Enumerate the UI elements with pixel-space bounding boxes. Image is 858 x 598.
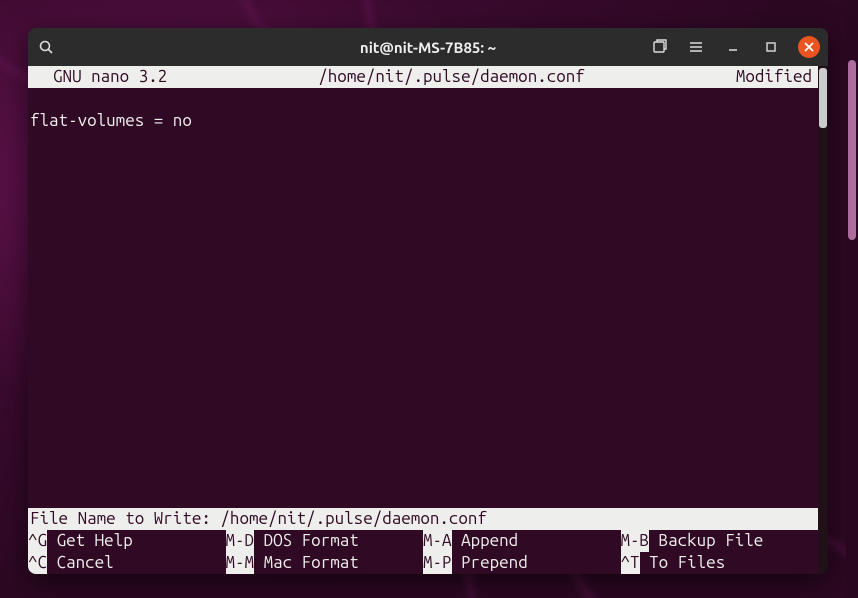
help-desc: DOS Format	[254, 530, 359, 552]
help-prepend: M-P Prepend	[423, 552, 621, 574]
search-icon[interactable]	[36, 37, 56, 57]
nano-status: Modified	[730, 66, 818, 88]
write-prompt-label: File Name to Write:	[28, 508, 220, 530]
help-append: M-A Append	[423, 530, 621, 552]
maximize-button[interactable]	[760, 36, 782, 58]
nano-app-name: GNU nano 3.2	[28, 66, 173, 88]
terminal-body[interactable]: GNU nano 3.2 /home/nit/.pulse/daemon.con…	[28, 66, 828, 574]
minimize-button[interactable]	[722, 36, 744, 58]
help-key: M-A	[423, 530, 452, 552]
help-key: M-P	[423, 552, 452, 574]
help-key: ^T	[621, 552, 640, 574]
help-desc: Get Help	[47, 530, 133, 552]
help-desc: Prepend	[452, 552, 528, 574]
help-desc: To Files	[640, 552, 726, 574]
help-desc: Cancel	[47, 552, 114, 574]
close-button[interactable]	[798, 36, 820, 58]
help-key: M-B	[621, 530, 650, 552]
help-backup-file: M-B Backup File	[621, 530, 819, 552]
terminal-window: nit@nit-MS-7B85: ~	[28, 28, 828, 574]
help-desc: Backup File	[649, 530, 763, 552]
write-prompt-input[interactable]	[220, 508, 818, 530]
help-to-files: ^T To Files	[621, 552, 819, 574]
help-key: ^C	[28, 552, 47, 574]
help-desc: Mac Format	[254, 552, 359, 574]
terminal-scrollbar-thumb[interactable]	[819, 68, 827, 128]
help-desc: Append	[452, 530, 519, 552]
nano-help: ^G Get Help M-D DOS Format M-A Append M-…	[28, 530, 818, 574]
nano-header: GNU nano 3.2 /home/nit/.pulse/daemon.con…	[28, 66, 818, 88]
editor-area[interactable]: flat-volumes = no	[28, 88, 818, 508]
help-key: M-M	[226, 552, 255, 574]
help-dos-format: M-D DOS Format	[226, 530, 424, 552]
desktop-scrollbar[interactable]	[846, 0, 858, 598]
hamburger-menu-icon[interactable]	[686, 37, 706, 57]
nano-file-path: /home/nit/.pulse/daemon.conf	[173, 66, 730, 88]
write-prompt: File Name to Write:	[28, 508, 818, 530]
terminal-scrollbar[interactable]	[818, 66, 828, 574]
desktop-scrollbar-thumb[interactable]	[848, 60, 856, 240]
editor-line: flat-volumes = no	[28, 110, 818, 132]
window-titlebar: nit@nit-MS-7B85: ~	[28, 28, 828, 66]
help-get-help: ^G Get Help	[28, 530, 226, 552]
help-cancel: ^C Cancel	[28, 552, 226, 574]
help-mac-format: M-M Mac Format	[226, 552, 424, 574]
help-key: ^G	[28, 530, 47, 552]
new-tab-icon[interactable]	[650, 37, 670, 57]
help-key: M-D	[226, 530, 255, 552]
